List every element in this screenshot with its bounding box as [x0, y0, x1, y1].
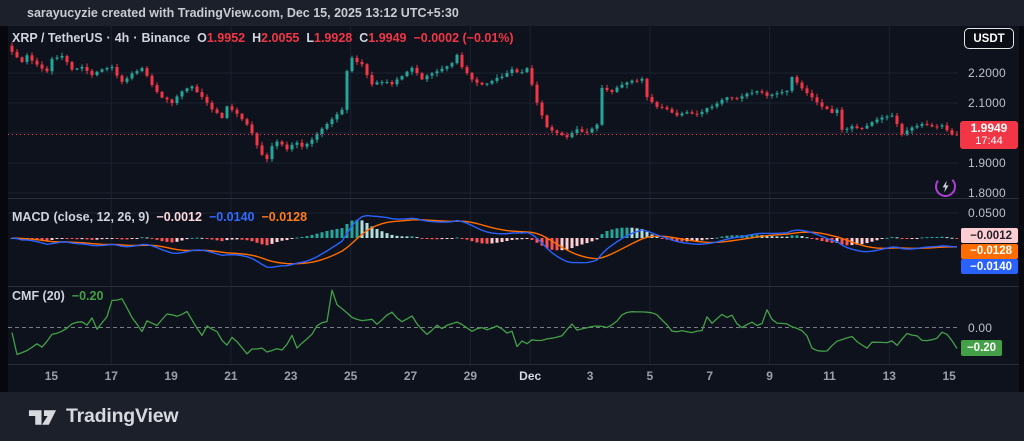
cmf-legend[interactable]: CMF (20) −0.20	[12, 289, 103, 303]
time-axis-label: 29	[464, 369, 477, 383]
cmf-value-badge: −0.20	[961, 340, 1002, 356]
macd-value-badge: −0.0140	[961, 259, 1018, 274]
macd-value-badge: −0.0128	[961, 244, 1018, 259]
interval-label: 4h	[115, 31, 130, 45]
macd-params: (close, 12, 26, 9)	[54, 210, 150, 224]
tradingview-chart-widget: sarayucyzie created with TradingView.com…	[0, 0, 1024, 441]
tradingview-logo[interactable]: TradingView	[27, 404, 178, 430]
brand-name: TradingView	[66, 405, 178, 428]
time-axis-label: 9	[766, 369, 773, 383]
time-axis-label: 7	[706, 369, 713, 383]
time-axis-label: 3	[587, 369, 594, 383]
low-label: L	[306, 31, 314, 45]
macd-value-badge: −0.0012	[961, 228, 1018, 243]
price-axis-label: 1.8000	[968, 186, 1006, 200]
time-axis-label: Dec	[519, 369, 541, 383]
close-value: 1.9949	[368, 31, 406, 45]
time-axis-label: 19	[164, 369, 177, 383]
exchange-label: Binance	[141, 31, 190, 45]
open-value: 1.9952	[207, 31, 245, 45]
last-price-badge: 1.9949 17:44	[960, 121, 1018, 149]
time-axis-label: 13	[883, 369, 896, 383]
time-axis-label: 11	[823, 369, 836, 383]
high-value: 2.0055	[261, 31, 299, 45]
attribution-text: sarayucyzie created with TradingView.com…	[27, 6, 459, 20]
footer-bar: TradingView	[0, 392, 1024, 441]
macd-title: MACD	[12, 210, 50, 224]
cmf-value: −0.20	[72, 289, 104, 303]
open-label: O	[197, 31, 207, 45]
boost-lightning-icon[interactable]	[934, 175, 957, 198]
time-axis-label: 17	[105, 369, 118, 383]
macd-hist-value: −0.0012	[156, 210, 202, 224]
bar-countdown: 17:44	[975, 135, 1003, 148]
price-axis-label: 1.9000	[968, 156, 1006, 170]
time-axis-label: 23	[284, 369, 297, 383]
left-border	[0, 26, 8, 392]
symbol-title: XRP / TetherUS	[12, 31, 103, 45]
low-value: 1.9928	[314, 31, 352, 45]
legend-separator: ·	[107, 31, 111, 45]
macd-line-value: −0.0140	[209, 210, 255, 224]
last-price-value: 1.9949	[971, 122, 1008, 135]
time-axis-label: 25	[344, 369, 357, 383]
macd-legend[interactable]: MACD (close, 12, 26, 9) −0.0012 −0.0140 …	[12, 210, 307, 224]
price-axis-label: 2.1000	[968, 96, 1006, 110]
time-axis-label: 21	[224, 369, 237, 383]
legend-separator: ·	[133, 31, 137, 45]
attribution-bar: sarayucyzie created with TradingView.com…	[0, 0, 1024, 26]
time-axis-label: 15	[45, 369, 58, 383]
close-label: C	[359, 31, 368, 45]
currency-toggle-button[interactable]: USDT	[964, 28, 1014, 49]
price-axis-label: 2.2000	[968, 66, 1006, 80]
symbol-legend[interactable]: XRP / TetherUS · 4h · Binance O1.9952 H2…	[12, 31, 514, 45]
time-axis-label: 5	[647, 369, 654, 383]
time-axis-label: 27	[404, 369, 417, 383]
macd-axis-label: 0.0500	[968, 206, 1006, 220]
chart-canvas[interactable]	[0, 26, 1024, 392]
right-border	[1019, 26, 1024, 392]
high-label: H	[252, 31, 261, 45]
tradingview-logo-icon	[27, 404, 58, 430]
macd-signal-value: −0.0128	[261, 210, 307, 224]
cmf-axis-label: 0.00	[968, 321, 992, 335]
cmf-title: CMF (20)	[12, 289, 65, 303]
time-axis-label: 15	[942, 369, 955, 383]
change-value: −0.0002 (−0.01%)	[414, 31, 514, 45]
